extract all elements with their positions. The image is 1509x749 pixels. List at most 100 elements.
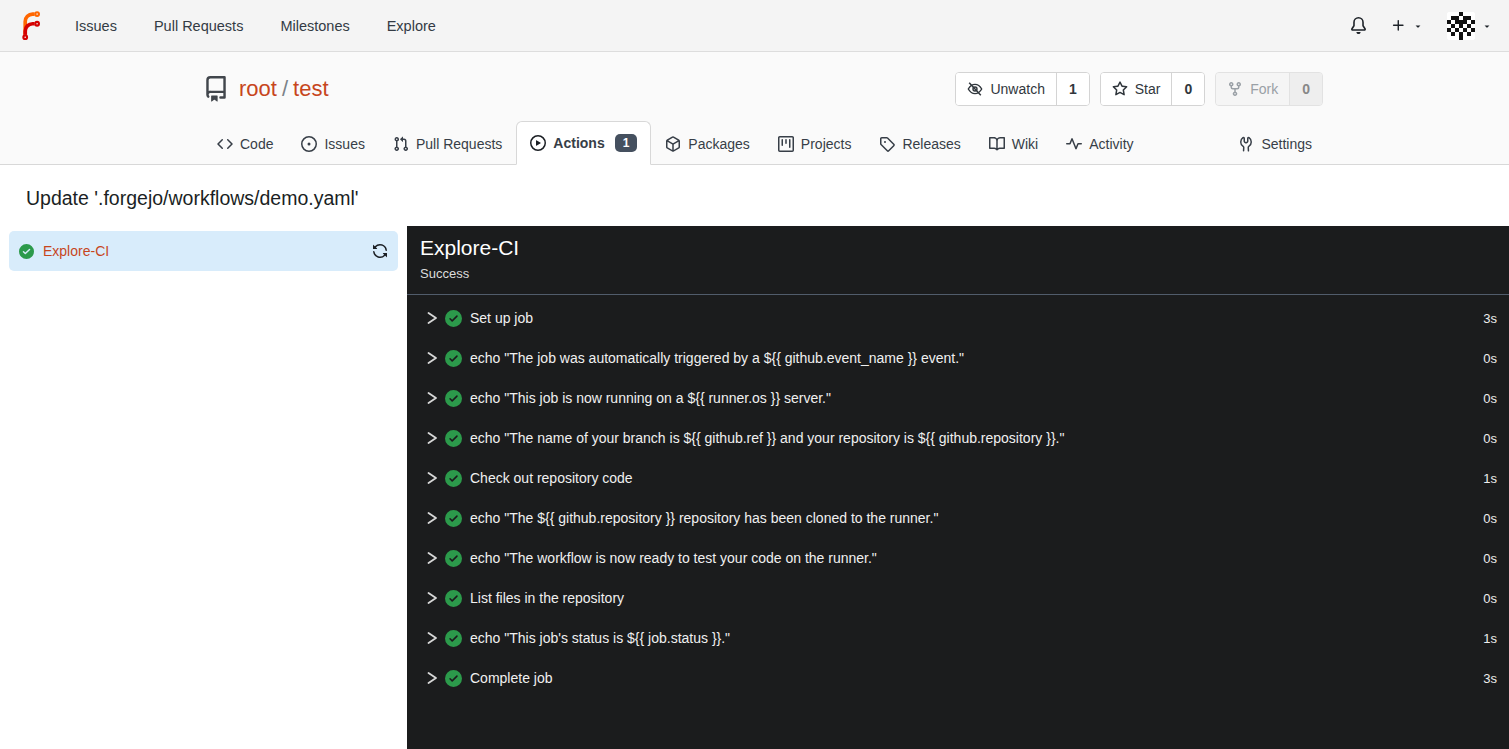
- step-success-icon: [445, 430, 462, 447]
- user-menu[interactable]: [1447, 12, 1492, 40]
- repo-action-buttons: Unwatch 1 Star 0 Fork 0: [955, 72, 1323, 106]
- nav-milestones[interactable]: Milestones: [280, 18, 349, 34]
- step-name: echo "The name of your branch is ${{ git…: [470, 430, 1064, 446]
- step-success-icon: [445, 670, 462, 687]
- step-row[interactable]: Check out repository code 1s: [407, 458, 1509, 498]
- step-success-icon: [445, 310, 462, 327]
- repo-owner-link[interactable]: root: [239, 76, 277, 101]
- notifications-bell-icon[interactable]: [1350, 17, 1367, 34]
- chevron-right-icon[interactable]: [426, 390, 438, 406]
- tab-wiki[interactable]: Wiki: [975, 123, 1052, 165]
- step-name: echo "The ${{ github.repository }} repos…: [470, 510, 938, 526]
- step-duration: 0s: [1483, 591, 1497, 606]
- rerun-sync-icon[interactable]: [372, 243, 388, 259]
- tag-icon: [879, 136, 895, 152]
- chevron-right-icon[interactable]: [426, 670, 438, 686]
- step-row[interactable]: echo "This job is now running on a ${{ r…: [407, 378, 1509, 418]
- stars-count[interactable]: 0: [1171, 73, 1204, 105]
- nav-explore[interactable]: Explore: [387, 18, 436, 34]
- fork-icon: [1227, 81, 1243, 97]
- chevron-right-icon[interactable]: [426, 550, 438, 566]
- step-duration: 0s: [1483, 391, 1497, 406]
- job-item-explore-ci[interactable]: Explore-CI: [9, 231, 398, 271]
- step-name: echo "This job is now running on a ${{ r…: [470, 390, 831, 406]
- fork-button: Fork: [1216, 73, 1289, 105]
- step-success-icon: [445, 510, 462, 527]
- step-duration: 3s: [1483, 671, 1497, 686]
- step-success-icon: [445, 350, 462, 367]
- repo-name-link[interactable]: test: [293, 76, 328, 101]
- step-row[interactable]: echo "The ${{ github.repository }} repos…: [407, 498, 1509, 538]
- step-duration: 0s: [1483, 431, 1497, 446]
- chevron-right-icon[interactable]: [426, 430, 438, 446]
- tab-projects[interactable]: Projects: [764, 123, 866, 165]
- nav-pull-requests[interactable]: Pull Requests: [154, 18, 243, 34]
- fork-button-group: Fork 0: [1215, 72, 1323, 106]
- repo-header: root/test Unwatch 1 Star 0 Fork: [0, 52, 1509, 165]
- tab-code[interactable]: Code: [203, 123, 287, 165]
- steps-list: Set up job 3s echo "The job was automati…: [407, 295, 1509, 698]
- nav-issues[interactable]: Issues: [75, 18, 117, 34]
- tab-releases[interactable]: Releases: [865, 123, 974, 165]
- create-new-menu[interactable]: [1391, 18, 1423, 33]
- step-duration: 3s: [1483, 311, 1497, 326]
- tools-icon: [1238, 136, 1254, 152]
- navbar-links: Issues Pull Requests Milestones Explore: [75, 18, 436, 34]
- chevron-right-icon[interactable]: [426, 470, 438, 486]
- pull-request-icon: [393, 136, 409, 152]
- step-row[interactable]: List files in the repository 0s: [407, 578, 1509, 618]
- tab-actions[interactable]: Actions 1: [516, 121, 651, 165]
- tab-settings[interactable]: Settings: [1224, 123, 1326, 165]
- run-title: Update '.forgejo/workflows/demo.yaml': [0, 165, 1509, 226]
- step-row[interactable]: echo "The name of your branch is ${{ git…: [407, 418, 1509, 458]
- package-icon: [665, 136, 681, 152]
- step-row[interactable]: Set up job 3s: [407, 298, 1509, 338]
- issue-icon: [301, 136, 317, 152]
- chevron-right-icon[interactable]: [426, 510, 438, 526]
- step-name: Set up job: [470, 310, 533, 326]
- code-icon: [217, 136, 233, 152]
- star-button-group: Star 0: [1100, 72, 1205, 106]
- forks-count: 0: [1289, 73, 1322, 105]
- tab-packages[interactable]: Packages: [651, 123, 763, 165]
- unwatch-button[interactable]: Unwatch: [956, 73, 1055, 105]
- step-name: echo "The job was automatically triggere…: [470, 350, 964, 366]
- pulse-icon: [1066, 136, 1082, 152]
- repo-separator: /: [282, 76, 288, 101]
- chevron-right-icon[interactable]: [426, 350, 438, 366]
- repo-title: root/test: [203, 76, 329, 102]
- star-icon: [1112, 81, 1128, 97]
- step-duration: 1s: [1483, 471, 1497, 486]
- star-button[interactable]: Star: [1101, 73, 1172, 105]
- step-duration: 0s: [1483, 351, 1497, 366]
- chevron-right-icon[interactable]: [426, 310, 438, 326]
- navbar-right: [1350, 12, 1492, 40]
- watchers-count[interactable]: 1: [1056, 73, 1089, 105]
- job-success-icon: [19, 244, 34, 259]
- step-success-icon: [445, 550, 462, 567]
- watch-button-group: Unwatch 1: [955, 72, 1089, 106]
- forgejo-logo[interactable]: [17, 11, 47, 41]
- tab-pull-requests[interactable]: Pull Requests: [379, 123, 516, 165]
- repo-tabs: Code Issues Pull Requests Actions 1 Pack…: [0, 121, 1509, 165]
- actions-count-badge: 1: [615, 134, 638, 152]
- chevron-right-icon[interactable]: [426, 590, 438, 606]
- step-success-icon: [445, 470, 462, 487]
- play-circle-icon: [530, 135, 546, 151]
- project-icon: [778, 136, 794, 152]
- step-name: echo "This job's status is ${{ job.statu…: [470, 630, 730, 646]
- chevron-right-icon[interactable]: [426, 630, 438, 646]
- step-row[interactable]: Complete job 3s: [407, 658, 1509, 698]
- tab-issues[interactable]: Issues: [287, 123, 378, 165]
- step-row[interactable]: echo "The job was automatically triggere…: [407, 338, 1509, 378]
- step-row[interactable]: echo "This job's status is ${{ job.statu…: [407, 618, 1509, 658]
- step-row[interactable]: echo "The workflow is now ready to test …: [407, 538, 1509, 578]
- step-duration: 1s: [1483, 631, 1497, 646]
- jobs-sidebar: Explore-CI: [0, 226, 407, 276]
- book-icon: [989, 136, 1005, 152]
- run-view: Update '.forgejo/workflows/demo.yaml' Ex…: [0, 165, 1509, 749]
- step-name: Complete job: [470, 670, 553, 686]
- step-name: echo "The workflow is now ready to test …: [470, 550, 877, 566]
- plus-icon: [1391, 18, 1406, 33]
- tab-activity[interactable]: Activity: [1052, 123, 1147, 165]
